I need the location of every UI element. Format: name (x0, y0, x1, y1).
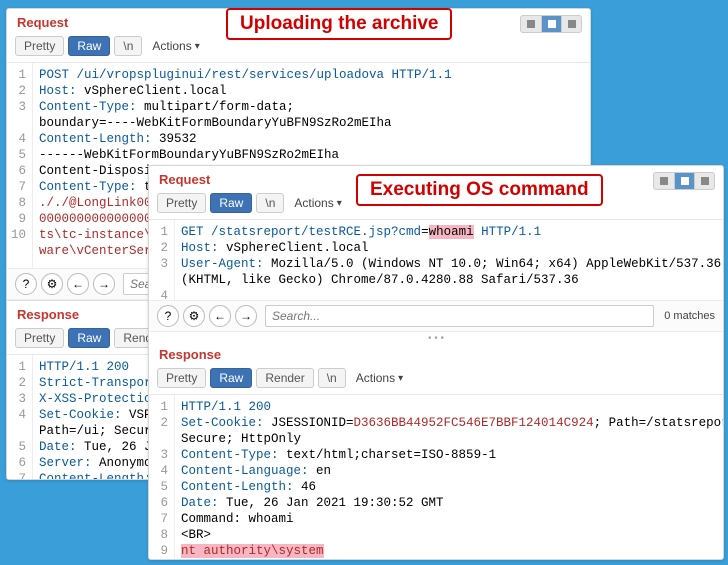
tab-pretty[interactable]: Pretty (15, 328, 64, 348)
tab-raw[interactable]: Raw (210, 193, 252, 213)
search-input-wrap (265, 305, 654, 327)
gutter: 1234 56789 (7, 355, 33, 479)
actions-label: Actions (152, 39, 191, 53)
view-columns-icon[interactable] (521, 16, 541, 32)
view-toggle[interactable] (653, 172, 715, 190)
nav-prev-icon[interactable]: ← (209, 305, 231, 327)
request-title: Request (17, 15, 68, 30)
help-icon[interactable]: ? (157, 305, 179, 327)
response-toolbar: Pretty Raw Render \n Actions ▾ (149, 364, 723, 395)
tab-raw[interactable]: Raw (68, 36, 110, 56)
tab-pretty[interactable]: Pretty (15, 36, 64, 56)
actions-dropdown[interactable]: Actions ▾ (350, 369, 409, 387)
help-icon[interactable]: ? (15, 273, 37, 295)
tab-pretty[interactable]: Pretty (157, 368, 206, 388)
nav-next-icon[interactable]: → (235, 305, 257, 327)
tab-raw[interactable]: Raw (210, 368, 252, 388)
tab-newline[interactable]: \n (318, 368, 346, 388)
actions-label: Actions (356, 371, 395, 385)
response-title: Response (17, 307, 79, 322)
panel-exec: Request Pretty Raw \n Actions ▾ 123 4 GE… (148, 165, 724, 560)
search-input[interactable] (265, 305, 654, 327)
gear-icon[interactable]: ⚙ (183, 305, 205, 327)
view-split-icon[interactable] (674, 173, 694, 189)
nav-prev-icon[interactable]: ← (67, 273, 89, 295)
view-single-icon[interactable] (694, 173, 714, 189)
code: HTTP/1.1 200Set-Cookie: JSESSIONID=D3636… (175, 395, 723, 559)
gutter: 123 4 (149, 220, 175, 300)
actions-label: Actions (294, 196, 333, 210)
request-body[interactable]: 123 4 GET /statsreport/testRCE.jsp?cmd=w… (149, 220, 723, 300)
gutter: 123 45678910 (7, 63, 33, 268)
tab-raw[interactable]: Raw (68, 328, 110, 348)
chevron-down-icon: ▾ (195, 41, 200, 52)
callout-exec: Executing OS command (356, 174, 603, 206)
code: GET /statsreport/testRCE.jsp?cmd=whoami … (175, 220, 723, 300)
search-bar: ? ⚙ ← → 0 matches (149, 300, 723, 332)
chevron-down-icon: ▾ (398, 373, 403, 384)
tab-render[interactable]: Render (256, 368, 313, 388)
view-columns-icon[interactable] (654, 173, 674, 189)
gutter: 12 34567891011121314 (149, 395, 175, 559)
actions-dropdown[interactable]: Actions ▾ (146, 37, 205, 55)
tab-newline[interactable]: \n (256, 193, 284, 213)
gear-icon[interactable]: ⚙ (41, 273, 63, 295)
view-toggle[interactable] (520, 15, 582, 33)
response-title: Response (159, 347, 221, 362)
chevron-down-icon: ▾ (337, 198, 342, 209)
request-title: Request (159, 172, 210, 187)
match-count: 0 matches (664, 310, 715, 322)
actions-dropdown[interactable]: Actions ▾ (288, 194, 347, 212)
response-body[interactable]: 12 34567891011121314 HTTP/1.1 200Set-Coo… (149, 395, 723, 559)
response-header: Response (149, 345, 723, 364)
tab-pretty[interactable]: Pretty (157, 193, 206, 213)
callout-upload: Uploading the archive (226, 8, 452, 40)
view-single-icon[interactable] (561, 16, 581, 32)
view-split-icon[interactable] (541, 16, 561, 32)
tab-newline[interactable]: \n (114, 36, 142, 56)
nav-next-icon[interactable]: → (93, 273, 115, 295)
collapse-dots: • • • (149, 332, 723, 345)
